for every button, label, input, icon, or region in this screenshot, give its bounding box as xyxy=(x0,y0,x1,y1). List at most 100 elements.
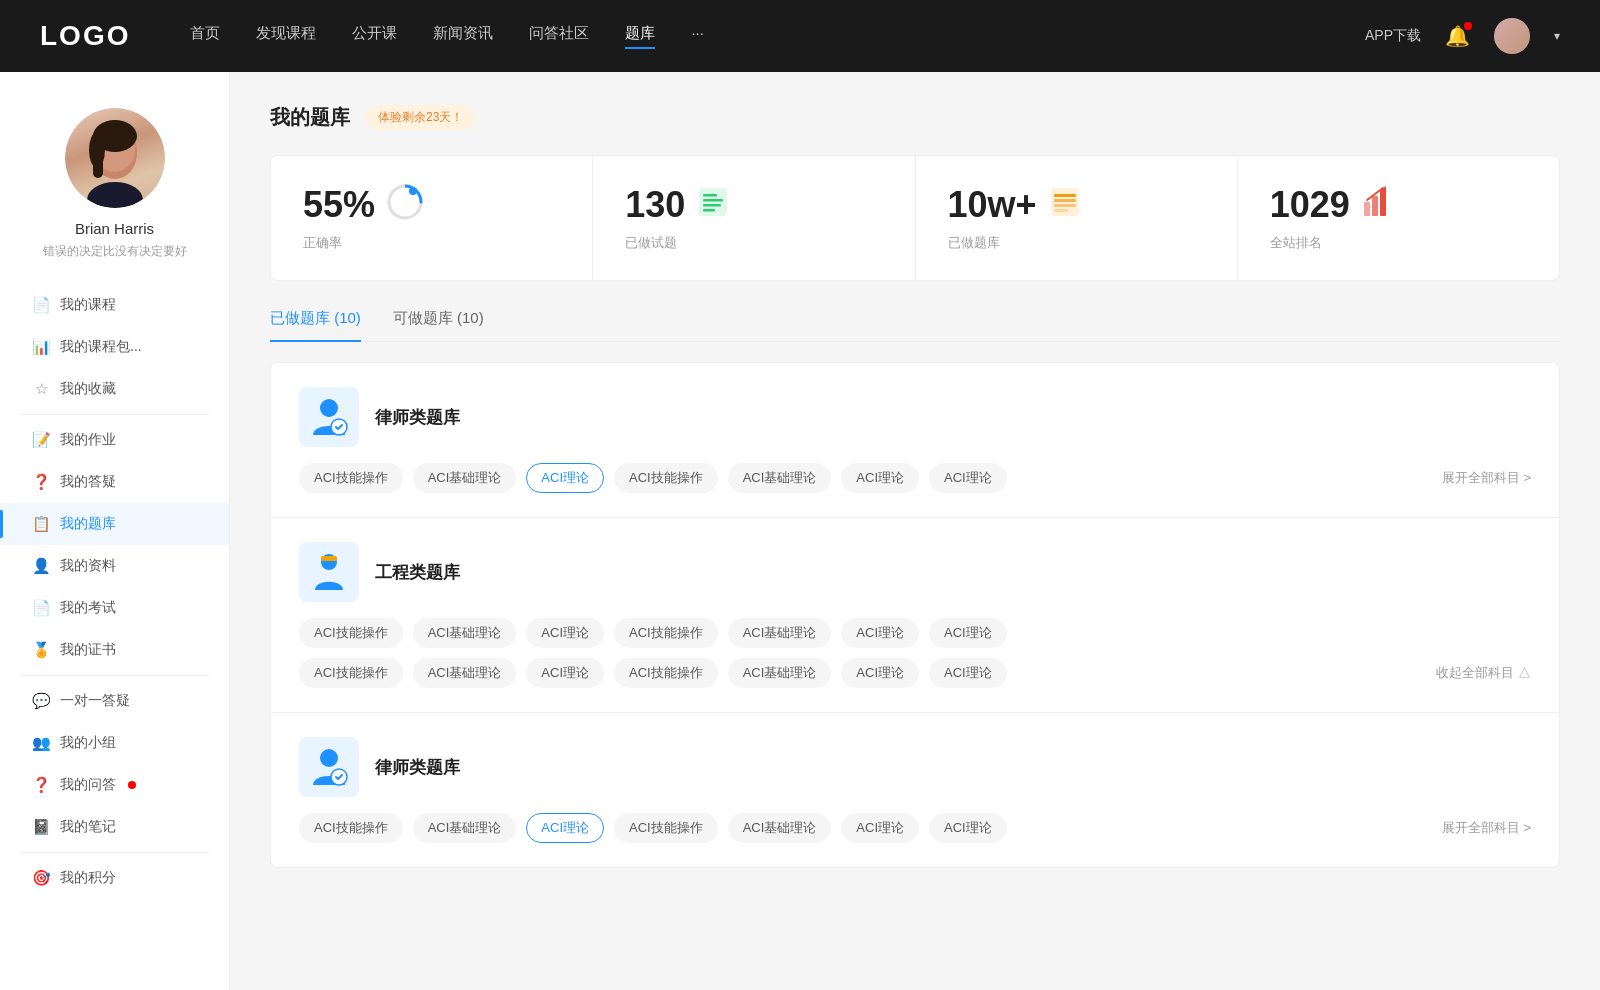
tag[interactable]: ACI理论 xyxy=(841,813,919,843)
nav-link-more[interactable]: ··· xyxy=(691,24,704,49)
bank-2-name: 工程类题库 xyxy=(375,561,460,584)
app-download-link[interactable]: APP下载 xyxy=(1365,27,1421,45)
sidebar-item-certificate[interactable]: 🏅 我的证书 xyxy=(0,629,229,671)
tag[interactable]: ACI基础理论 xyxy=(728,463,832,493)
tag[interactable]: ACI技能操作 xyxy=(614,658,718,688)
sidebar-item-exam[interactable]: 📄 我的考试 xyxy=(0,587,229,629)
accuracy-number: 55% xyxy=(303,184,375,226)
lawyer-icon xyxy=(307,395,351,439)
nav-link-bank[interactable]: 题库 xyxy=(625,24,655,49)
sidebar-divider-3 xyxy=(20,852,209,853)
tag[interactable]: ACI理论 xyxy=(841,658,919,688)
stats-row: 55% 正确率 130 xyxy=(270,155,1560,281)
tag[interactable]: ACI基础理论 xyxy=(728,813,832,843)
sidebar-item-points[interactable]: 🎯 我的积分 xyxy=(0,857,229,899)
nav-link-news[interactable]: 新闻资讯 xyxy=(433,24,493,49)
svg-rect-20 xyxy=(1380,190,1386,216)
tab-available-banks[interactable]: 可做题库 (10) xyxy=(393,309,484,342)
tag[interactable]: ACI基础理论 xyxy=(413,813,517,843)
tag[interactable]: ACI理论 xyxy=(929,618,1007,648)
rank-label: 全站排名 xyxy=(1270,234,1322,252)
nav-link-home[interactable]: 首页 xyxy=(190,24,220,49)
page-header: 我的题库 体验剩余23天！ xyxy=(270,104,1560,131)
tag[interactable]: ACI技能操作 xyxy=(614,813,718,843)
sidebar-item-my-qa[interactable]: ❓ 我的问答 xyxy=(0,764,229,806)
tag[interactable]: ACI基础理论 xyxy=(413,658,517,688)
bank-1-expand[interactable]: 展开全部科目 > xyxy=(1442,469,1531,487)
sidebar-item-label: 我的问答 xyxy=(60,776,116,794)
bank-list: 律师类题库 ACI技能操作 ACI基础理论 ACI理论 ACI技能操作 ACI基… xyxy=(270,362,1560,868)
tag[interactable]: ACI技能操作 xyxy=(299,658,403,688)
bank-3-icon-wrapper xyxy=(299,737,359,797)
sidebar-item-group[interactable]: 👥 我的小组 xyxy=(0,722,229,764)
trial-badge: 体验剩余23天！ xyxy=(366,105,475,130)
bank-icon xyxy=(1049,186,1081,218)
tag[interactable]: ACI基础理论 xyxy=(413,618,517,648)
sidebar-item-profile[interactable]: 👤 我的资料 xyxy=(0,545,229,587)
user-avatar[interactable] xyxy=(1494,18,1530,54)
tag[interactable]: ACI技能操作 xyxy=(299,813,403,843)
tag[interactable]: ACI技能操作 xyxy=(614,463,718,493)
notification-bell[interactable]: 🔔 xyxy=(1445,24,1470,48)
stat-card-accuracy: 55% 正确率 xyxy=(271,156,593,280)
sidebar-item-answers[interactable]: ❓ 我的答疑 xyxy=(0,461,229,503)
bank-2-header: 工程类题库 xyxy=(299,542,1531,602)
bank-2-tags-1: ACI技能操作 ACI基础理论 ACI理论 ACI技能操作 ACI基础理论 AC… xyxy=(299,618,1531,648)
tag[interactable]: ACI技能操作 xyxy=(614,618,718,648)
answers-icon: ❓ xyxy=(32,473,50,491)
tag[interactable]: ACI理论 xyxy=(929,658,1007,688)
notes-icon: 📓 xyxy=(32,818,50,836)
bank-2-tags-row2-container: ACI技能操作 ACI基础理论 ACI理论 ACI技能操作 ACI基础理论 AC… xyxy=(299,658,1531,688)
svg-rect-12 xyxy=(703,209,715,212)
bank-1-header: 律师类题库 xyxy=(299,387,1531,447)
bank-2-tags-row1: ACI技能操作 ACI基础理论 ACI理论 ACI技能操作 ACI基础理论 AC… xyxy=(299,618,1531,648)
tag[interactable]: ACI基础理论 xyxy=(728,658,832,688)
tag-active[interactable]: ACI理论 xyxy=(526,813,604,843)
tag[interactable]: ACI技能操作 xyxy=(299,618,403,648)
svg-rect-17 xyxy=(1054,209,1068,212)
page-title: 我的题库 xyxy=(270,104,350,131)
nav-link-discover[interactable]: 发现课程 xyxy=(256,24,316,49)
tag[interactable]: ACI理论 xyxy=(526,618,604,648)
sidebar-item-one-on-one[interactable]: 💬 一对一答疑 xyxy=(0,680,229,722)
tab-done-banks[interactable]: 已做题库 (10) xyxy=(270,309,361,342)
logo: LOGO xyxy=(40,20,130,52)
svg-rect-16 xyxy=(1054,204,1076,207)
tag[interactable]: ACI基础理论 xyxy=(413,463,517,493)
tag[interactable]: ACI基础理论 xyxy=(728,618,832,648)
tag[interactable]: ACI理论 xyxy=(526,658,604,688)
bank-card-2: 工程类题库 ACI技能操作 ACI基础理论 ACI理论 ACI技能操作 ACI基… xyxy=(271,518,1559,713)
lawyer-icon-2 xyxy=(307,745,351,789)
tag[interactable]: ACI理论 xyxy=(929,813,1007,843)
tag[interactable]: ACI技能操作 xyxy=(299,463,403,493)
svg-rect-10 xyxy=(703,199,723,202)
sidebar-item-course[interactable]: 📄 我的课程 xyxy=(0,284,229,326)
group-icon: 👥 xyxy=(32,734,50,752)
sidebar-item-favorites[interactable]: ☆ 我的收藏 xyxy=(0,368,229,410)
bank-3-expand[interactable]: 展开全部科目 > xyxy=(1442,819,1531,837)
bank-1-name: 律师类题库 xyxy=(375,406,460,429)
certificate-icon: 🏅 xyxy=(32,641,50,659)
sidebar-divider-2 xyxy=(20,675,209,676)
tag[interactable]: ACI理论 xyxy=(841,463,919,493)
svg-rect-11 xyxy=(703,204,721,207)
sidebar-item-question-bank[interactable]: 📋 我的题库 xyxy=(0,503,229,545)
sidebar-item-course-package[interactable]: 📊 我的课程包... xyxy=(0,326,229,368)
sidebar: Brian Harris 错误的决定比没有决定要好 📄 我的课程 📊 我的课程包… xyxy=(0,72,230,990)
questions-icon xyxy=(697,186,729,224)
sidebar-item-homework[interactable]: 📝 我的作业 xyxy=(0,419,229,461)
sidebar-item-label: 我的课程 xyxy=(60,296,116,314)
nav-link-open[interactable]: 公开课 xyxy=(352,24,397,49)
bank-2-collapse[interactable]: 收起全部科目 △ xyxy=(1436,664,1531,682)
tag[interactable]: ACI理论 xyxy=(929,463,1007,493)
bank-card-3: 律师类题库 ACI技能操作 ACI基础理论 ACI理论 ACI技能操作 ACI基… xyxy=(271,713,1559,867)
user-menu-chevron[interactable]: ▾ xyxy=(1554,29,1560,43)
questions-label: 已做试题 xyxy=(625,234,677,252)
nav-link-qa[interactable]: 问答社区 xyxy=(529,24,589,49)
navbar: LOGO 首页 发现课程 公开课 新闻资讯 问答社区 题库 ··· APP下载 … xyxy=(0,0,1600,72)
tag-active[interactable]: ACI理论 xyxy=(526,463,604,493)
tag[interactable]: ACI理论 xyxy=(841,618,919,648)
svg-rect-14 xyxy=(1054,194,1076,197)
sidebar-item-label: 我的小组 xyxy=(60,734,116,752)
sidebar-item-notes[interactable]: 📓 我的笔记 xyxy=(0,806,229,848)
